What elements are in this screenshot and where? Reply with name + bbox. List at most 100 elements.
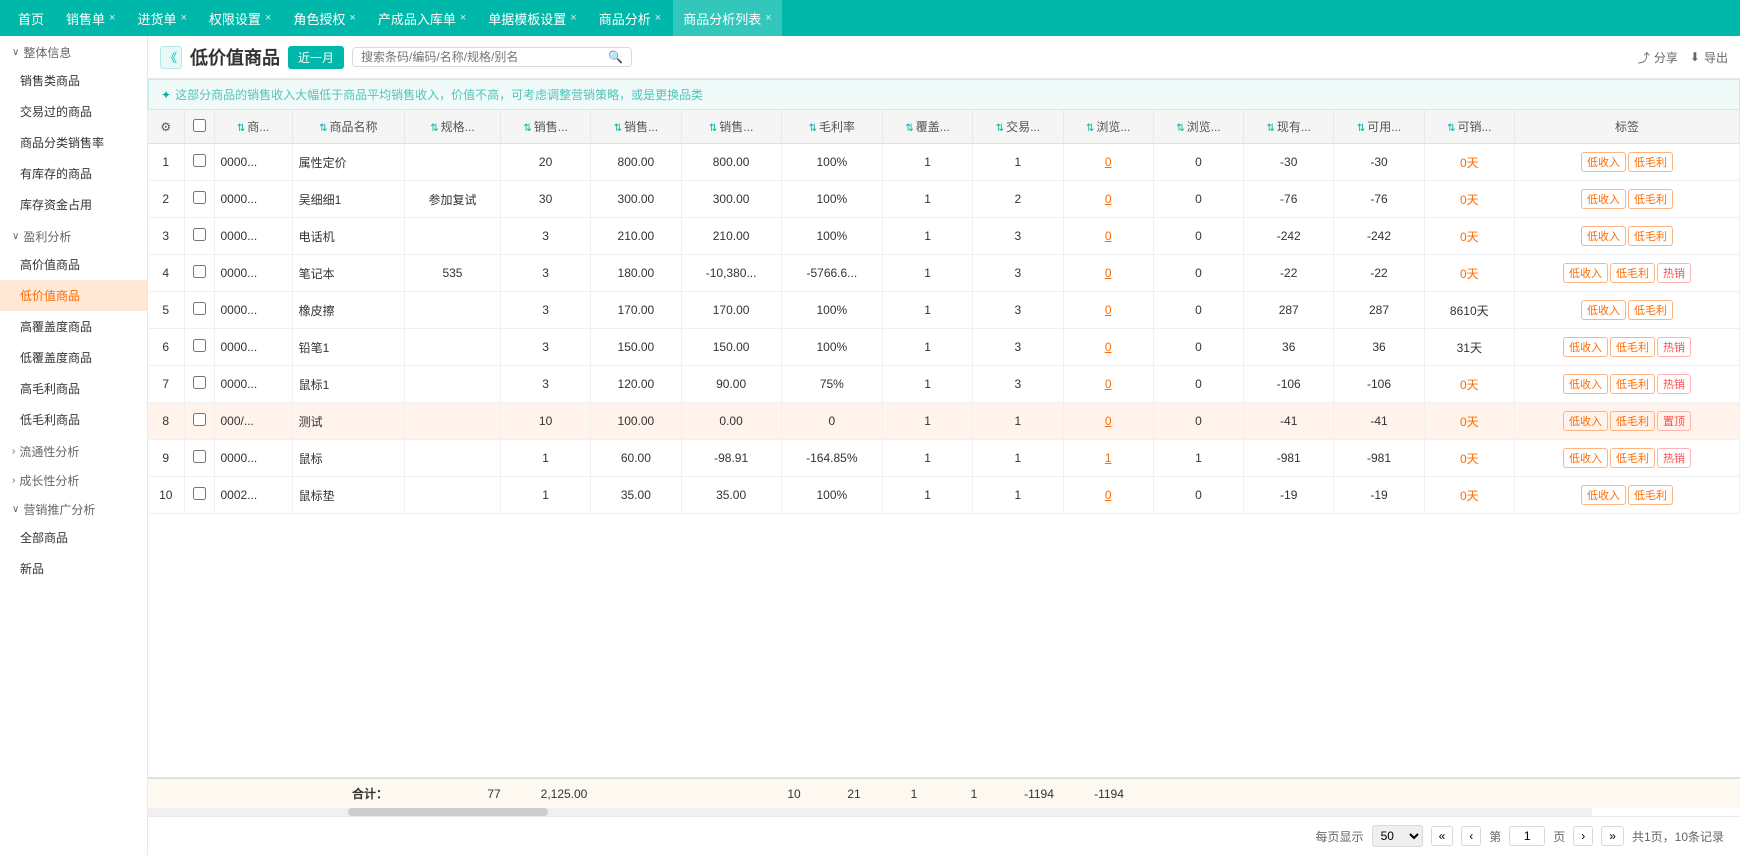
sidebar-item-high-value[interactable]: 高价值商品 — [0, 249, 147, 280]
row-select-checkbox[interactable] — [193, 302, 206, 315]
nav-template-settings[interactable]: 单据模板设置 × — [478, 0, 586, 36]
view-count-1[interactable]: 0 — [1063, 144, 1153, 181]
code-column-header[interactable]: ⇅商... — [214, 110, 292, 144]
nav-product-inbound[interactable]: 产成品入库单 × — [368, 0, 476, 36]
row-select-checkbox[interactable] — [193, 191, 206, 204]
row-select-checkbox[interactable] — [193, 154, 206, 167]
row-checkbox[interactable] — [184, 403, 214, 440]
view-count-1[interactable]: 0 — [1063, 292, 1153, 329]
close-icon[interactable]: × — [460, 12, 466, 24]
sale-qty-column-header[interactable]: ⇅销售... — [500, 110, 590, 144]
sidebar-group-overall[interactable]: ∨ 整体信息 — [0, 36, 147, 65]
spec-column-header[interactable]: ⇅规格... — [404, 110, 500, 144]
select-all-checkbox[interactable] — [193, 119, 206, 132]
sidebar-item-stock-products[interactable]: 有库存的商品 — [0, 158, 147, 189]
nav-role-auth[interactable]: 角色授权 × — [283, 0, 365, 36]
view-count-link[interactable]: 0 — [1105, 266, 1112, 280]
view-count-link[interactable]: 0 — [1105, 414, 1112, 428]
sidebar-item-low-margin[interactable]: 低毛利商品 — [0, 404, 147, 435]
sidebar-collapse-button[interactable]: 《 — [160, 46, 182, 69]
sidebar-item-sales-products[interactable]: 销售类商品 — [0, 65, 147, 96]
view-count-1[interactable]: 0 — [1063, 477, 1153, 514]
view-count-link[interactable]: 0 — [1105, 303, 1112, 317]
sidebar-group-profit[interactable]: ∨ 盈利分析 — [0, 220, 147, 249]
sidebar-item-stock-funds[interactable]: 库存资金占用 — [0, 189, 147, 220]
view1-column-header[interactable]: ⇅浏览... — [1063, 110, 1153, 144]
export-button[interactable]: ⬇ 导出 — [1690, 49, 1728, 66]
margin-column-header[interactable]: ⇅毛利率 — [781, 110, 882, 144]
last-page-button[interactable]: » — [1601, 826, 1624, 846]
view-count-link[interactable]: 0 — [1105, 377, 1112, 391]
settings-column-header[interactable]: ⚙ — [148, 110, 184, 144]
view-count-1[interactable]: 0 — [1063, 181, 1153, 218]
prev-page-button[interactable]: ‹ — [1461, 826, 1481, 846]
view-count-link[interactable]: 1 — [1105, 451, 1112, 465]
product-name[interactable]: 属性定价 — [292, 144, 404, 181]
close-icon[interactable]: × — [655, 12, 661, 24]
view-count-link[interactable]: 0 — [1105, 488, 1112, 502]
view-count-link[interactable]: 0 — [1105, 192, 1112, 206]
view-count-link[interactable]: 0 — [1105, 155, 1112, 169]
close-icon[interactable]: × — [265, 12, 271, 24]
next-page-button[interactable]: › — [1573, 826, 1593, 846]
view-count-1[interactable]: 0 — [1063, 366, 1153, 403]
close-icon[interactable]: × — [570, 12, 576, 24]
view-count-link[interactable]: 0 — [1105, 229, 1112, 243]
product-name[interactable]: 橡皮擦 — [292, 292, 404, 329]
sidebar-group-flow[interactable]: › 流通性分析 — [0, 435, 147, 464]
nav-product-analysis[interactable]: 商品分析 × — [589, 0, 671, 36]
row-checkbox[interactable] — [184, 440, 214, 477]
view-count-1[interactable]: 0 — [1063, 329, 1153, 366]
page-number-input[interactable] — [1509, 826, 1545, 846]
name-column-header[interactable]: ⇅商品名称 — [292, 110, 404, 144]
search-icon[interactable]: 🔍 — [608, 50, 623, 64]
row-checkbox[interactable] — [184, 366, 214, 403]
sale-profit-column-header[interactable]: ⇅销售... — [681, 110, 781, 144]
row-checkbox[interactable] — [184, 292, 214, 329]
search-input[interactable] — [361, 50, 604, 64]
sidebar-item-all-products[interactable]: 全部商品 — [0, 522, 147, 553]
sidebar-item-low-value[interactable]: 低价值商品 — [0, 280, 147, 311]
sidebar-item-new-products[interactable]: 新品 — [0, 553, 147, 584]
date-filter-button[interactable]: 近一月 — [288, 46, 344, 69]
view-count-1[interactable]: 1 — [1063, 440, 1153, 477]
sidebar-item-high-coverage[interactable]: 高覆盖度商品 — [0, 311, 147, 342]
nav-permission[interactable]: 权限设置 × — [199, 0, 281, 36]
row-checkbox[interactable] — [184, 144, 214, 181]
sellable-days-column-header[interactable]: ⇅可销... — [1424, 110, 1514, 144]
close-icon[interactable]: × — [349, 12, 355, 24]
row-checkbox[interactable] — [184, 255, 214, 292]
row-select-checkbox[interactable] — [193, 339, 206, 352]
row-select-checkbox[interactable] — [193, 265, 206, 278]
row-select-checkbox[interactable] — [193, 413, 206, 426]
nav-purchase-order[interactable]: 进货单 × — [127, 0, 196, 36]
close-icon[interactable]: × — [109, 12, 115, 24]
nav-product-analysis-list[interactable]: 商品分析列表 × — [673, 0, 781, 36]
row-select-checkbox[interactable] — [193, 487, 206, 500]
row-checkbox[interactable] — [184, 477, 214, 514]
view-count-1[interactable]: 0 — [1063, 403, 1153, 440]
product-name[interactable]: 鼠标垫 — [292, 477, 404, 514]
view-count-1[interactable]: 0 — [1063, 255, 1153, 292]
view-count-1[interactable]: 0 — [1063, 218, 1153, 255]
product-name[interactable]: 鼠标 — [292, 440, 404, 477]
product-name[interactable]: 电话机 — [292, 218, 404, 255]
product-name[interactable]: 铅笔1 — [292, 329, 404, 366]
view-count-link[interactable]: 0 — [1105, 340, 1112, 354]
coverage-column-header[interactable]: ⇅覆盖... — [882, 110, 972, 144]
product-name[interactable]: 笔记本 — [292, 255, 404, 292]
current-stock-column-header[interactable]: ⇅现有... — [1244, 110, 1334, 144]
available-stock-column-header[interactable]: ⇅可用... — [1334, 110, 1424, 144]
row-select-checkbox[interactable] — [193, 376, 206, 389]
sale-amount-column-header[interactable]: ⇅销售... — [591, 110, 681, 144]
transaction-column-header[interactable]: ⇅交易... — [973, 110, 1063, 144]
close-icon[interactable]: × — [765, 12, 771, 24]
share-button[interactable]: ⤴ 分享 — [1638, 49, 1678, 66]
view2-column-header[interactable]: ⇅浏览... — [1153, 110, 1243, 144]
row-checkbox[interactable] — [184, 218, 214, 255]
row-checkbox[interactable] — [184, 329, 214, 366]
close-icon[interactable]: × — [180, 12, 186, 24]
nav-home[interactable]: 首页 — [8, 0, 54, 36]
product-name[interactable]: 吴细细1 — [292, 181, 404, 218]
sidebar-group-growth[interactable]: › 成长性分析 — [0, 464, 147, 493]
